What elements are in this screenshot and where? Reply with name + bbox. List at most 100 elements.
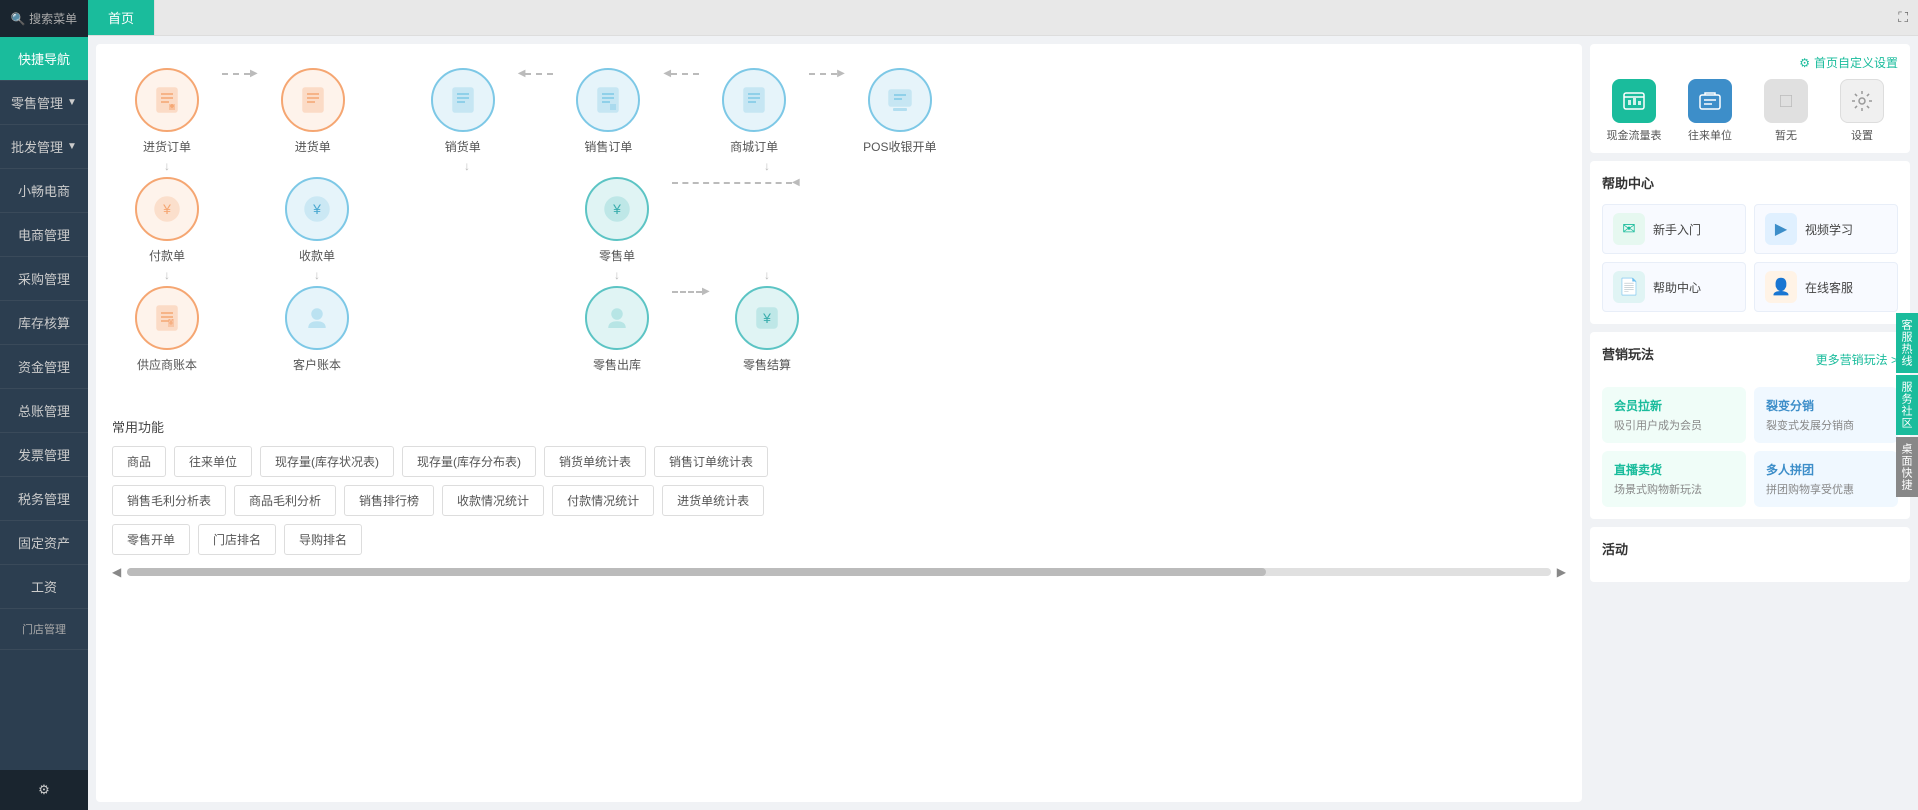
cf-btn-sales-gross[interactable]: 销售毛利分析表: [112, 485, 226, 516]
sidebar-item-tax[interactable]: 税务管理: [0, 477, 88, 521]
scroll-track[interactable]: [127, 568, 1551, 576]
v-arrows-row2: ↓ ↓ ↓ ↓: [112, 268, 1566, 282]
flow-node-customer-account[interactable]: 客户账本: [262, 286, 372, 373]
qn-temp[interactable]: □ 暂无: [1754, 79, 1818, 143]
video-label: 视频学习: [1805, 221, 1853, 238]
sidebar-item-quick-nav[interactable]: 快捷导航: [0, 37, 88, 81]
scroll-right-button[interactable]: ▶: [1557, 565, 1566, 579]
sidebar-item-fixed[interactable]: 固定资产: [0, 521, 88, 565]
sidebar-item-finance[interactable]: 资金管理: [0, 345, 88, 389]
flow-node-pos[interactable]: POS收银开单: [845, 68, 955, 155]
help-beginner[interactable]: ✉ 新手入门: [1602, 204, 1746, 254]
sales-bill-icon: [431, 68, 495, 132]
help-online-service[interactable]: 👤 在线客服: [1754, 262, 1898, 312]
qn-cashflow[interactable]: 现金流量表: [1602, 79, 1666, 143]
supplier-account-label: 供应商账本: [137, 356, 197, 373]
cf-btn-receipt-stats[interactable]: 收款情况统计: [442, 485, 544, 516]
flow-row2: ¥ 付款单 ¥ 收款单: [112, 177, 1566, 264]
cf-btn-sales-stats[interactable]: 销货单统计表: [544, 446, 646, 477]
sidebar-item-ecommerce[interactable]: 电商管理: [0, 213, 88, 257]
marketing-title: 营销玩法: [1602, 344, 1654, 363]
supplier-account-icon: ¥: [135, 286, 199, 350]
qn-partners[interactable]: 往来单位: [1678, 79, 1742, 143]
svg-text:¥: ¥: [162, 201, 171, 217]
cf-btn-goods[interactable]: 商品: [112, 446, 166, 477]
sidebar: 🔍 搜索菜单 快捷导航 零售管理 ▼ 批发管理 ▼ 小畅电商 电商管理 采购管理…: [0, 0, 88, 810]
cf-btn-store-rank[interactable]: 门店排名: [198, 524, 276, 555]
cf-row1: 商品 往来单位 现存量(库存状况表) 现存量(库存分布表) 销货单统计表 销售订…: [112, 446, 1566, 477]
sidebar-item-inventory[interactable]: 库存核算: [0, 301, 88, 345]
svg-text:¥: ¥: [312, 201, 321, 217]
sidebar-item-xiaochang[interactable]: 小畅电商: [0, 169, 88, 213]
cf-btn-goods-gross[interactable]: 商品毛利分析: [234, 485, 336, 516]
chevron-down-icon: ▼: [67, 97, 77, 108]
sidebar-item-invoice[interactable]: 发票管理: [0, 433, 88, 477]
more-label: 门店管理: [22, 621, 66, 637]
cf-btn-purchase-stats[interactable]: 进货单统计表: [662, 485, 764, 516]
help-center-label: 帮助中心: [1653, 279, 1701, 296]
sidebar-item-general[interactable]: 总账管理: [0, 389, 88, 433]
main-area: 首页 ⛶: [88, 0, 1918, 810]
flow-node-purchase-bill[interactable]: 进货单: [258, 68, 368, 155]
cf-btn-partners[interactable]: 往来单位: [174, 446, 252, 477]
settings-icon: [1840, 79, 1884, 123]
sidebar-item-retail[interactable]: 零售管理 ▼: [0, 81, 88, 125]
live-title: 直播卖货: [1614, 461, 1734, 478]
flow-node-purchase-order[interactable]: 进货订单: [112, 68, 222, 155]
help-video[interactable]: ▶ 视频学习: [1754, 204, 1898, 254]
flow-node-payment[interactable]: ¥ 付款单: [112, 177, 222, 264]
cf-btn-guide-rank[interactable]: 导购排名: [284, 524, 362, 555]
sidebar-item-more[interactable]: 门店管理: [0, 609, 88, 650]
flow-node-sales-order[interactable]: 销售订单: [553, 68, 663, 155]
cf-btn-retail-open[interactable]: 零售开单: [112, 524, 190, 555]
qn-settings[interactable]: 设置: [1830, 79, 1894, 143]
group-desc: 拼团购物享受优惠: [1766, 481, 1886, 497]
sidebar-item-purchase[interactable]: 采购管理: [0, 257, 88, 301]
svg-text:¥: ¥: [612, 201, 621, 217]
tab-home[interactable]: 首页: [88, 0, 155, 35]
flow-node-receipt[interactable]: ¥ 收款单: [262, 177, 372, 264]
help-center-item[interactable]: 📄 帮助中心: [1602, 262, 1746, 312]
cf-btn-sales-rank[interactable]: 销售排行榜: [344, 485, 434, 516]
marketing-live[interactable]: 直播卖货 场景式购物新玩法: [1602, 451, 1746, 507]
marketing-fission[interactable]: 裂变分销 裂变式发展分销商: [1754, 387, 1898, 443]
customer-service-button[interactable]: 客服热线: [1896, 313, 1918, 373]
marketing-group[interactable]: 多人拼团 拼团购物享受优惠: [1754, 451, 1898, 507]
customer-account-label: 客户账本: [293, 356, 341, 373]
partners-icon: [1688, 79, 1732, 123]
expand-button[interactable]: ⛶: [1888, 9, 1918, 26]
flow-row3: ¥ 供应商账本 客户账本: [112, 286, 1566, 373]
pos-icon: [868, 68, 932, 132]
scroll-left-button[interactable]: ◀: [112, 565, 121, 579]
service-community-button[interactable]: 服务社区: [1896, 375, 1918, 435]
settings-label: 设置: [1851, 127, 1873, 143]
flow-node-retail-out[interactable]: 零售出库: [562, 286, 672, 373]
flow-node-mall-order[interactable]: 商城订单: [699, 68, 809, 155]
desktop-quick-button[interactable]: 桌面快捷: [1896, 437, 1918, 497]
cf-btn-stock-status[interactable]: 现存量(库存状况表): [260, 446, 394, 477]
live-desc: 场景式购物新玩法: [1614, 481, 1734, 497]
sidebar-item-salary[interactable]: 工资: [0, 565, 88, 609]
flow-node-retail-settle[interactable]: ¥ 零售结算: [712, 286, 822, 373]
sidebar-settings-button[interactable]: ⚙: [0, 770, 88, 810]
cf-btn-payment-stats[interactable]: 付款情况统计: [552, 485, 654, 516]
fission-desc: 裂变式发展分销商: [1766, 417, 1886, 433]
flow-node-sales-bill[interactable]: 销货单: [408, 68, 518, 155]
retail-out-icon: [585, 286, 649, 350]
beginner-label: 新手入门: [1653, 221, 1701, 238]
service-community-label: 服务社区: [1900, 381, 1912, 429]
help-title: 帮助中心: [1602, 173, 1898, 192]
sidebar-item-wholesale[interactable]: 批发管理 ▼: [0, 125, 88, 169]
temp-icon: □: [1764, 79, 1808, 123]
more-marketing-link[interactable]: 更多营销玩法 >: [1816, 351, 1898, 368]
receipt-label: 收款单: [299, 247, 335, 264]
cf-btn-stock-dist[interactable]: 现存量(库存分布表): [402, 446, 536, 477]
marketing-member-new[interactable]: 会员拉新 吸引用户成为会员: [1602, 387, 1746, 443]
customize-link[interactable]: ⚙ 首页自定义设置: [1602, 54, 1898, 71]
sidebar-search[interactable]: 🔍 搜索菜单: [0, 0, 88, 37]
common-functions: 常用功能 商品 往来单位 现存量(库存状况表) 现存量(库存分布表) 销货单统计…: [112, 417, 1566, 555]
cf-btn-sales-order-stats[interactable]: 销售订单统计表: [654, 446, 768, 477]
flow-node-supplier-account[interactable]: ¥ 供应商账本: [112, 286, 222, 373]
cf-row3: 零售开单 门店排名 导购排名: [112, 524, 1566, 555]
flow-node-retail-bill[interactable]: ¥ 零售单: [562, 177, 672, 264]
